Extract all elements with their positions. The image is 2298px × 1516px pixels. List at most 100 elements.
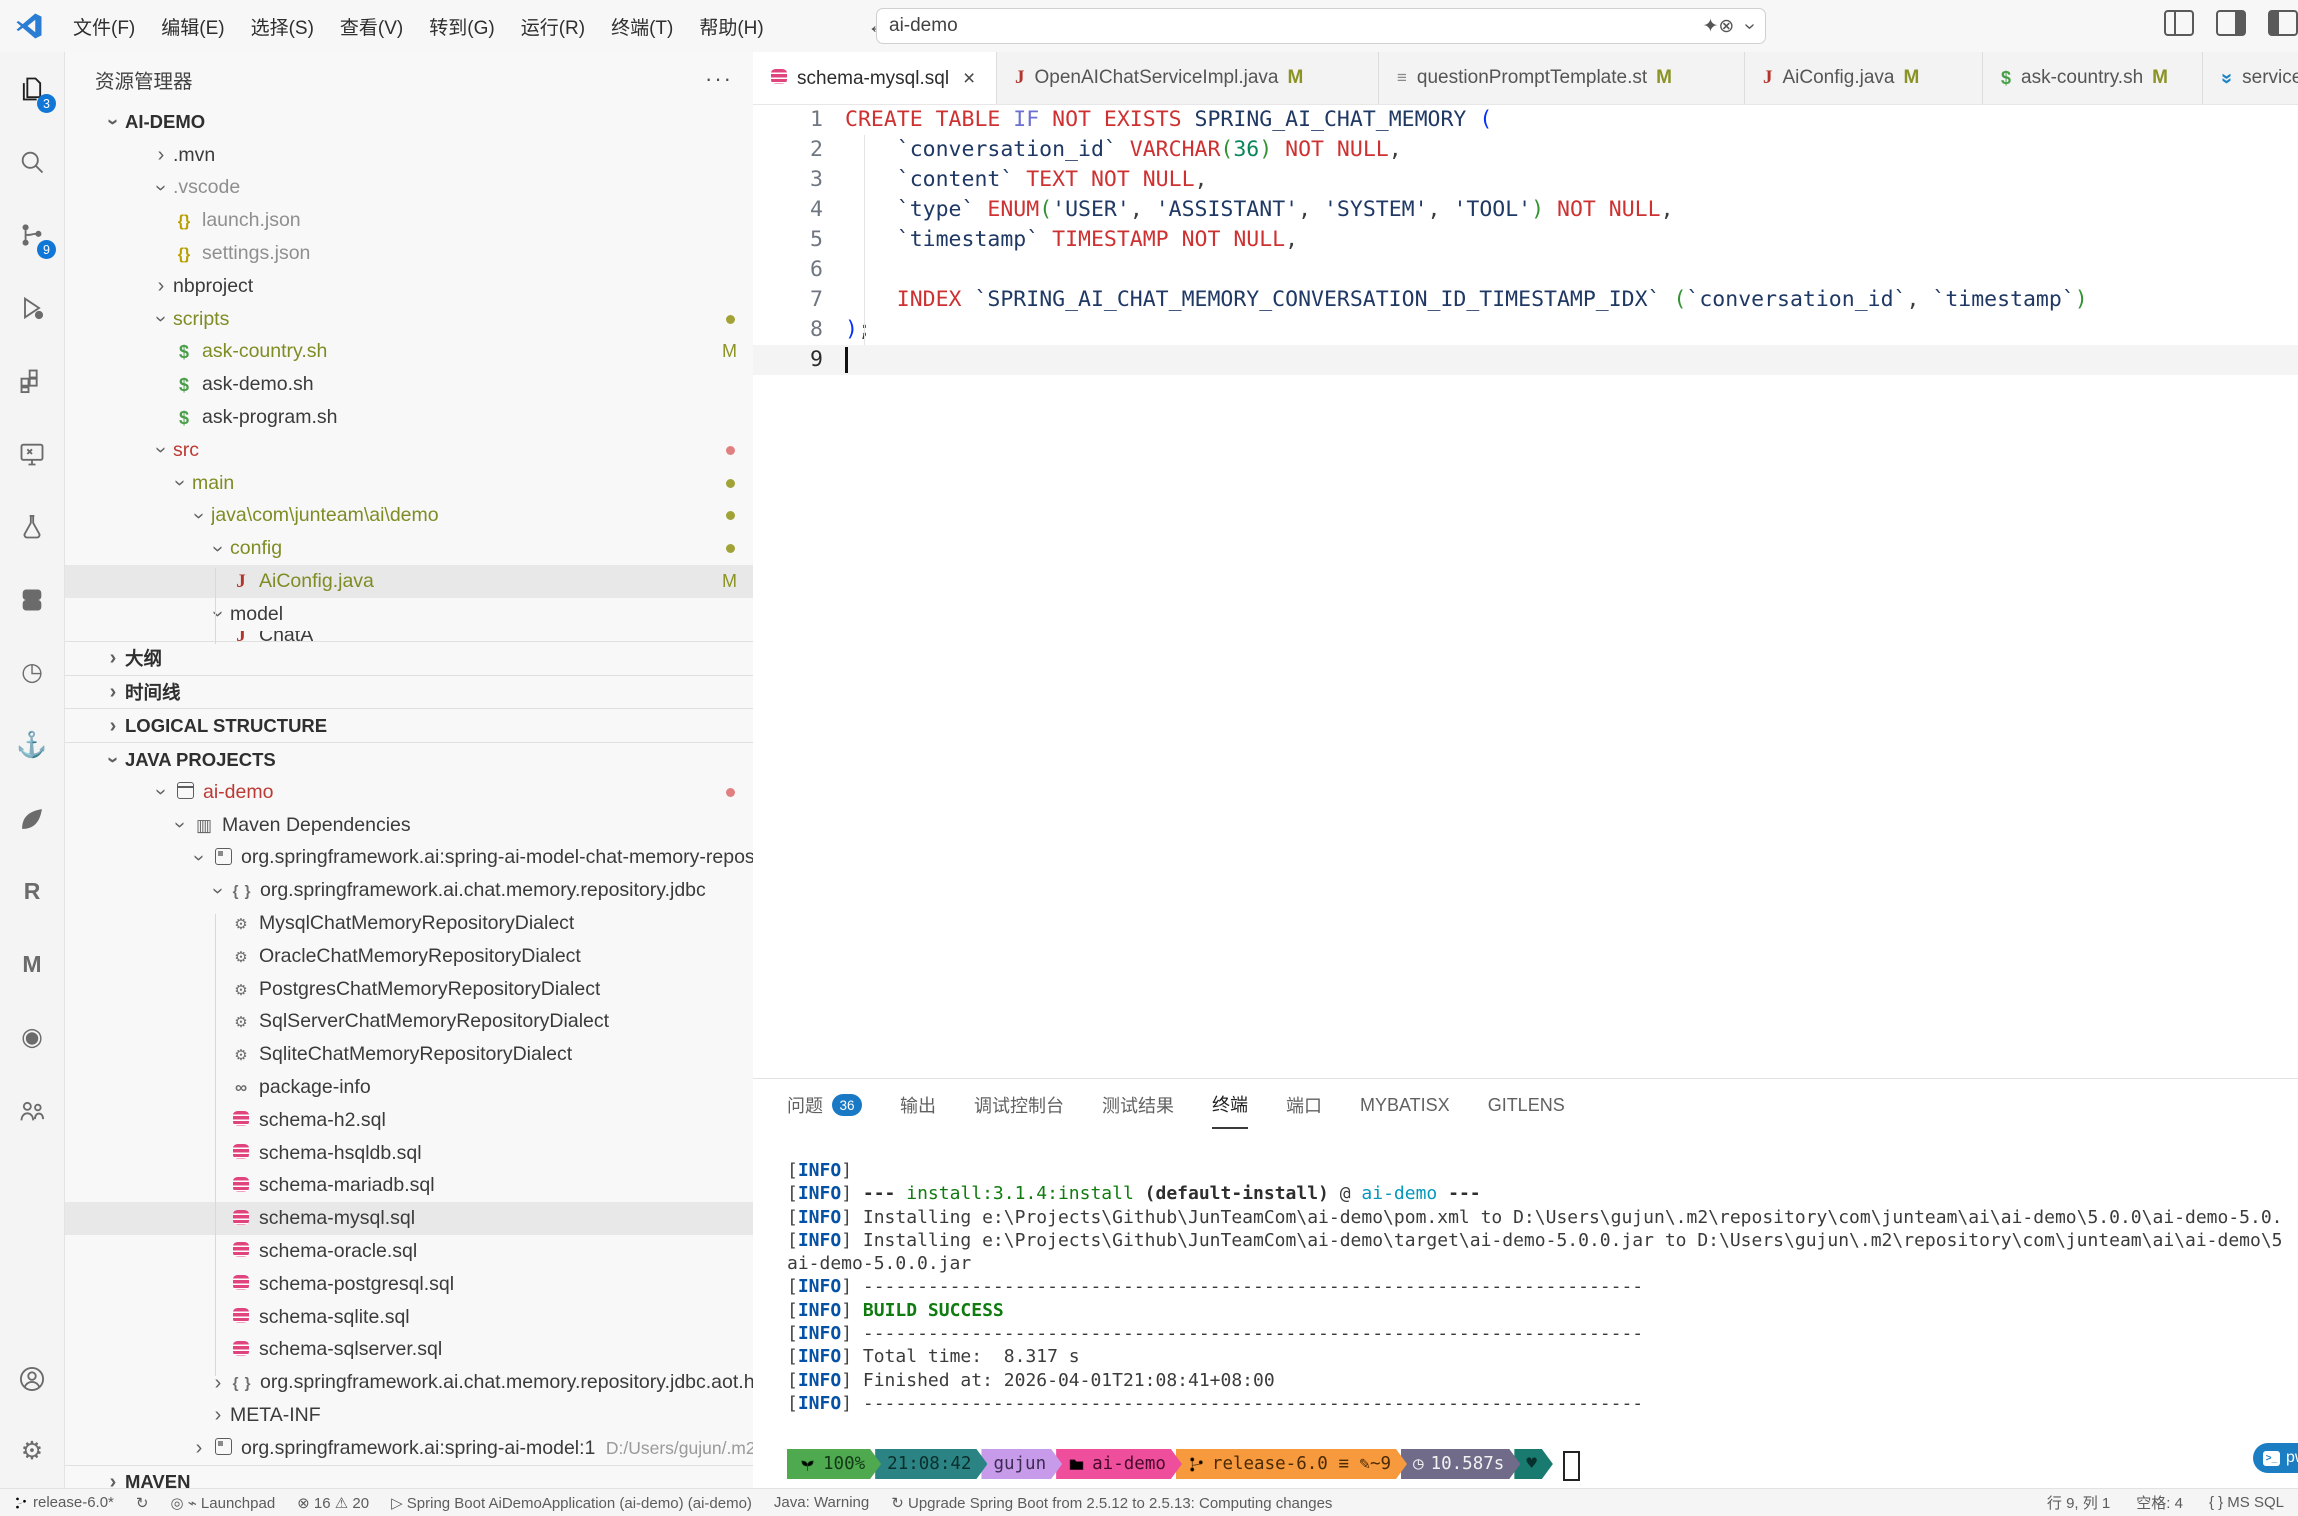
tree-item[interactable]: › model — [65, 598, 753, 631]
menu-item-6[interactable]: 终端(T) — [598, 7, 686, 46]
activity-item-account[interactable] — [0, 1342, 64, 1415]
code-line-9[interactable]: 9 — [753, 345, 2298, 375]
activity-item-source-control[interactable]: 9 — [0, 198, 64, 271]
tree-item[interactable]: {} launch.json — [65, 204, 753, 237]
activity-item-gradle[interactable]: ◉ — [0, 1001, 64, 1074]
tree-item[interactable]: ∞ package-info — [65, 1071, 753, 1104]
editor-tab-ask-country.sh[interactable]: $ ask-country.sh M — [1983, 52, 2203, 104]
activity-item-docker[interactable]: ⚓ — [0, 709, 64, 782]
code-line-7[interactable]: 7 INDEX `SPRING_AI_CHAT_MEMORY_CONVERSAT… — [753, 285, 2298, 315]
tree-section-0[interactable]: › AI-DEMO — [65, 106, 753, 139]
editor-tab-OpenAIChatServiceImpl.java[interactable]: J OpenAIChatServiceImpl.java M — [997, 52, 1379, 104]
tree-item[interactable]: › nbproject — [65, 270, 753, 303]
close-icon[interactable]: × — [963, 67, 975, 91]
code-line-3[interactable]: 3 `content` TEXT NOT NULL, — [753, 165, 2298, 195]
tree-item[interactable]: › src — [65, 434, 753, 467]
panel-tab-5[interactable]: 端口 — [1286, 1079, 1322, 1129]
tree-section-42[interactable]: › MAVEN — [65, 1464, 753, 1488]
tree-item[interactable]: ⚙ SqliteChatMemoryRepositoryDialect — [65, 1038, 753, 1071]
code-editor[interactable]: 1 CREATE TABLE IF NOT EXISTS SPRING_AI_CH… — [753, 105, 2298, 375]
tree-item[interactable]: schema-mariadb.sql — [65, 1170, 753, 1203]
panel-tab-6[interactable]: MYBATISX — [1360, 1079, 1450, 1129]
tree-item[interactable]: schema-mysql.sql — [65, 1202, 753, 1236]
tree-item[interactable]: ⚙ MysqlChatMemoryRepositoryDialect — [65, 907, 753, 940]
tree-item[interactable]: › config — [65, 532, 753, 565]
tree-item[interactable]: ⚙ PostgresChatMemoryRepositoryDialect — [65, 973, 753, 1006]
status-item-left-3[interactable]: ⊗ 16 ⚠ 20 — [297, 1494, 369, 1512]
toggle-secondary-sidebar-icon[interactable] — [2216, 10, 2246, 36]
activity-item-live-share[interactable] — [0, 1074, 64, 1147]
status-item-left-5[interactable]: Java: Warning — [774, 1494, 869, 1512]
activity-item-extensions[interactable] — [0, 344, 64, 417]
status-item-right-0[interactable]: 行 9, 列 1 — [2047, 1492, 2110, 1513]
tree-item[interactable]: › META-INF — [65, 1399, 753, 1432]
tree-section-17[interactable]: › 大纲 — [65, 640, 753, 675]
tree-item[interactable]: J ChatA — [65, 631, 753, 641]
editor-tab-AiConfig.java[interactable]: J AiConfig.java M — [1745, 52, 1983, 104]
status-item-left-0[interactable]: release-6.0* — [14, 1494, 114, 1512]
activity-item-search[interactable] — [0, 125, 64, 198]
terminal-shell-badge[interactable]: >_ pw — [2253, 1443, 2298, 1473]
panel-tab-7[interactable]: GITLENS — [1488, 1079, 1565, 1129]
tree-item[interactable]: schema-hsqldb.sql — [65, 1137, 753, 1170]
editor-tab-questionPromptTemplate.st[interactable]: ≡ questionPromptTemplate.st M — [1379, 52, 1745, 104]
editor-tab-schema-mysql.sql[interactable]: schema-mysql.sql × — [753, 52, 997, 104]
activity-item-history[interactable]: ◷ — [0, 636, 64, 709]
tree-item[interactable]: $ ask-program.sh — [65, 401, 753, 434]
editor-tab-services[interactable]: »services: — [2203, 52, 2298, 104]
tree-item[interactable]: › org.springframework.ai:spring-ai-model:… — [65, 1432, 753, 1465]
tree-section-18[interactable]: › 时间线 — [65, 674, 753, 709]
code-line-8[interactable]: 8); — [753, 315, 2298, 345]
toggle-primary-sidebar-icon[interactable] — [2268, 10, 2298, 36]
tree-item[interactable]: $ ask-country.sh M — [65, 336, 753, 369]
menu-item-5[interactable]: 运行(R) — [508, 7, 598, 46]
panel-tab-2[interactable]: 调试控制台 — [974, 1079, 1064, 1129]
tree-item[interactable]: ›{ } org.springframework.ai.chat.memory.r… — [65, 1366, 753, 1399]
command-center-search[interactable]: ai-demo ✦⊗ › — [876, 8, 1766, 44]
activity-item-settings[interactable]: ⚙ — [0, 1415, 64, 1488]
tree-item[interactable]: › org.springframework.ai:spring-ai-model-… — [65, 842, 753, 875]
status-item-left-6[interactable]: ↻ Upgrade Spring Boot from 2.5.12 to 2.5… — [891, 1494, 1332, 1512]
code-line-2[interactable]: 2 `conversation_id` VARCHAR(36) NOT NULL… — [753, 135, 2298, 165]
tree-item[interactable]: › .mvn — [65, 139, 753, 172]
activity-item-spring-boot-dashboard[interactable] — [0, 782, 64, 855]
activity-item-run-debug[interactable] — [0, 271, 64, 344]
menu-item-7[interactable]: 帮助(H) — [686, 7, 776, 46]
tree-item[interactable]: J AiConfig.java M — [65, 565, 753, 598]
code-line-5[interactable]: 5 `timestamp` TIMESTAMP NOT NULL, — [753, 225, 2298, 255]
status-item-left-2[interactable]: ◎ ⌁ Launchpad — [170, 1494, 275, 1512]
activity-item-explorer[interactable]: 3 — [0, 52, 64, 125]
activity-item-mybatisx[interactable]: M — [0, 928, 64, 1001]
menu-item-3[interactable]: 查看(V) — [327, 7, 416, 46]
activity-item-testing[interactable] — [0, 490, 64, 563]
activity-item-r-extension[interactable]: R — [0, 855, 64, 928]
panel-tab-1[interactable]: 输出 — [900, 1079, 936, 1129]
status-item-left-1[interactable]: ↻ — [136, 1494, 149, 1512]
code-line-4[interactable]: 4 `type` ENUM('USER', 'ASSISTANT', 'SYST… — [753, 195, 2298, 225]
chevron-down-icon[interactable]: › — [1738, 23, 1761, 30]
code-line-1[interactable]: 1 CREATE TABLE IF NOT EXISTS SPRING_AI_CH… — [753, 105, 2298, 135]
status-item-left-4[interactable]: ▷ Spring Boot AiDemoApplication (ai-demo… — [391, 1494, 752, 1512]
tree-item[interactable]: schema-sqlite.sql — [65, 1301, 753, 1334]
panel-tab-3[interactable]: 测试结果 — [1102, 1079, 1174, 1129]
tree-item[interactable]: › .vscode — [65, 172, 753, 205]
tree-section-20[interactable]: › JAVA PROJECTS — [65, 742, 753, 776]
customize-layout-icon[interactable] — [2164, 10, 2194, 36]
code-line-6[interactable]: 6 — [753, 255, 2298, 285]
tree-item[interactable]: {} settings.json — [65, 237, 753, 270]
menu-item-1[interactable]: 编辑(E) — [148, 7, 237, 46]
tree-item[interactable]: › main — [65, 467, 753, 500]
menu-item-4[interactable]: 转到(G) — [416, 7, 507, 46]
menu-item-2[interactable]: 选择(S) — [238, 7, 327, 46]
tree-item[interactable]: ›{ } org.springframework.ai.chat.memory.r… — [65, 874, 753, 907]
tree-item[interactable]: ⚙ OracleChatMemoryRepositoryDialect — [65, 940, 753, 973]
tree-item[interactable]: $ ask-demo.sh — [65, 368, 753, 401]
status-item-right-1[interactable]: 空格: 4 — [2136, 1492, 2183, 1513]
menu-item-0[interactable]: 文件(F) — [60, 7, 148, 46]
more-actions-icon[interactable]: ··· — [705, 66, 733, 92]
tree-item[interactable]: › ai-demo — [65, 776, 753, 809]
tree-item[interactable]: › scripts — [65, 303, 753, 336]
status-item-right-2[interactable]: { } MS SQL — [2209, 1492, 2284, 1513]
tree-item[interactable]: › java\com\junteam\ai\demo — [65, 500, 753, 533]
tree-item[interactable]: › ▥ Maven Dependencies — [65, 809, 753, 842]
